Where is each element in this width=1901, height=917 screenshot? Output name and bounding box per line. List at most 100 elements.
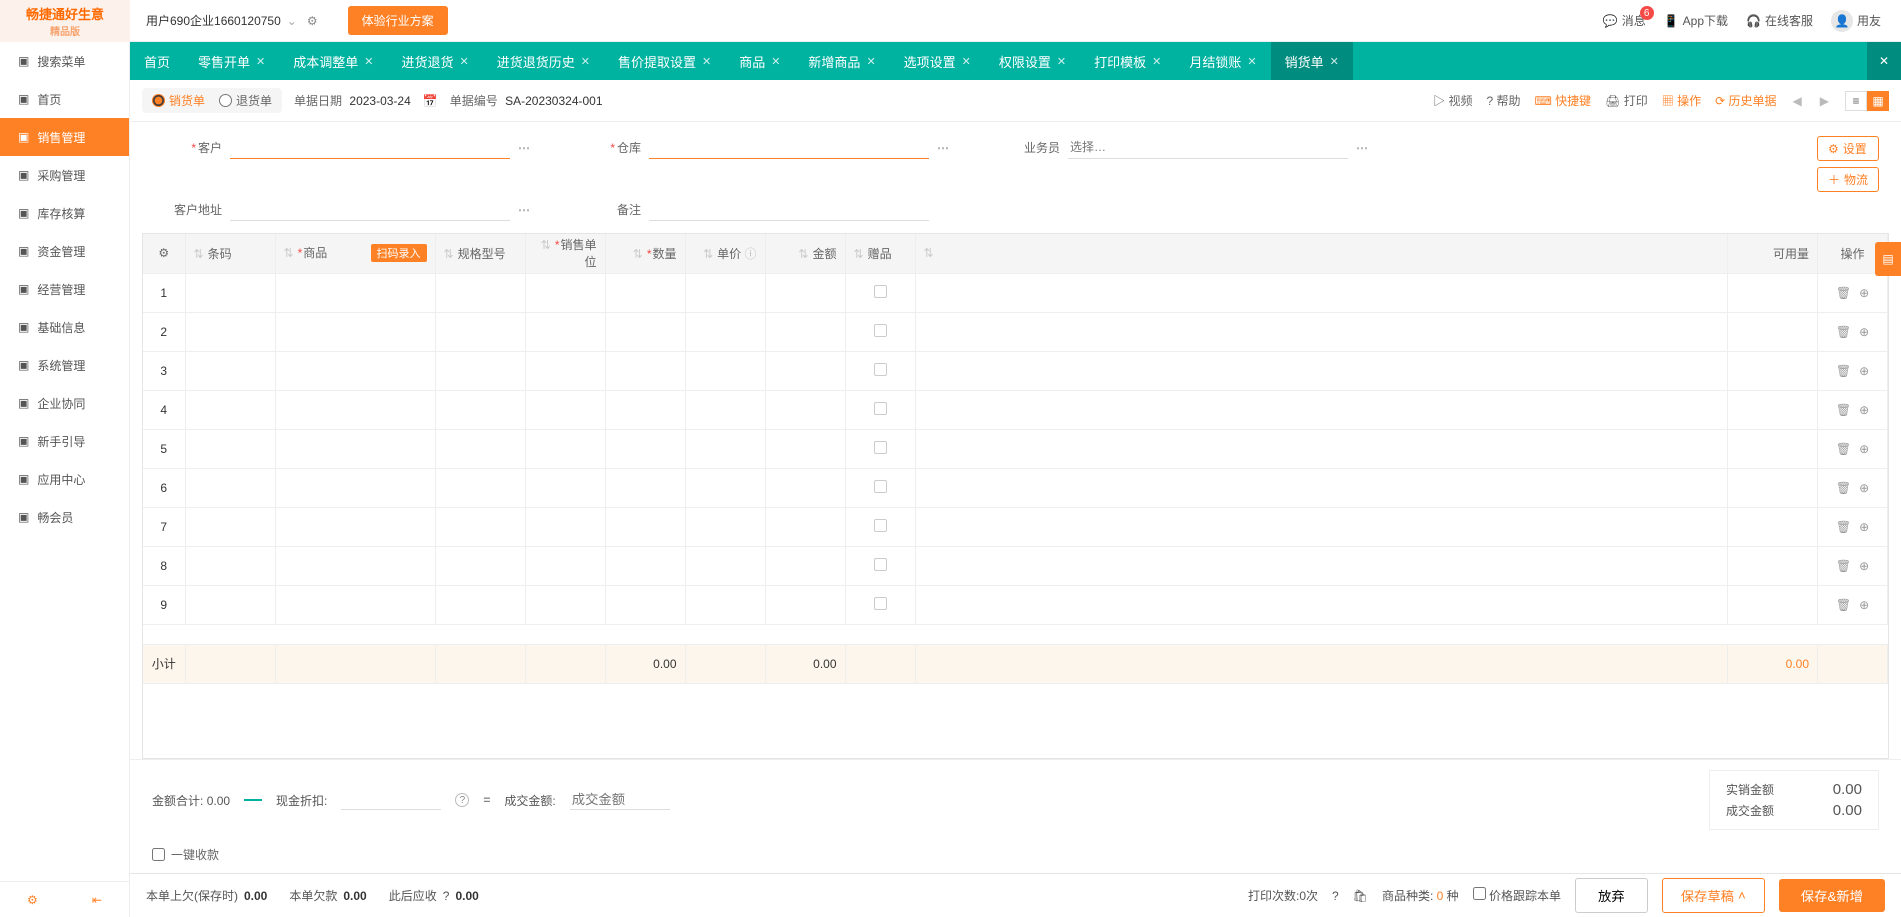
cell-qty[interactable] xyxy=(605,468,685,507)
close-icon[interactable]: ✕ xyxy=(1330,55,1339,68)
checkbox-icon[interactable] xyxy=(874,285,887,298)
cell-price[interactable] xyxy=(685,273,765,312)
radio-sale-order[interactable]: 销货单 xyxy=(152,92,205,109)
col-unit[interactable]: ⇅销售单位 xyxy=(525,234,605,273)
app-download-button[interactable]: 📱 App下载 xyxy=(1664,12,1728,29)
cell-price[interactable] xyxy=(685,507,765,546)
address-input[interactable] xyxy=(230,198,510,221)
checkbox-icon[interactable] xyxy=(874,402,887,415)
cell-amount[interactable] xyxy=(765,429,845,468)
delete-row-icon[interactable]: 🗑 xyxy=(1836,559,1851,573)
table-row[interactable]: 6🗑⊕ xyxy=(143,468,1888,507)
cell-price[interactable] xyxy=(685,546,765,585)
col-gift[interactable]: ⇅赠品 xyxy=(845,234,915,273)
cell-spec[interactable] xyxy=(435,273,525,312)
checkbox-icon[interactable] xyxy=(874,597,887,610)
settings-gear-icon[interactable]: ⚙ xyxy=(27,893,38,907)
nav-item[interactable]: ▣基础信息 xyxy=(0,308,129,346)
cell-price[interactable] xyxy=(685,312,765,351)
delete-row-icon[interactable]: 🗑 xyxy=(1836,403,1851,417)
cell-product[interactable] xyxy=(275,273,435,312)
delete-row-icon[interactable]: 🗑 xyxy=(1836,520,1851,534)
cell-gift[interactable] xyxy=(845,429,915,468)
price-track-checkbox[interactable]: 价格跟踪本单 xyxy=(1473,887,1561,904)
cell-spec[interactable] xyxy=(435,351,525,390)
cell-unit[interactable] xyxy=(525,273,605,312)
table-row[interactable]: 5🗑⊕ xyxy=(143,429,1888,468)
col-gear[interactable]: ⚙ xyxy=(143,234,185,273)
cell-barcode[interactable] xyxy=(185,312,275,351)
table-row[interactable]: 7🗑⊕ xyxy=(143,507,1888,546)
nav-item[interactable]: ▣新手引导 xyxy=(0,422,129,460)
cell-unit[interactable] xyxy=(525,468,605,507)
table-row[interactable]: 3🗑⊕ xyxy=(143,351,1888,390)
video-link[interactable]: ▷ 视频 xyxy=(1433,92,1472,109)
cell-qty[interactable] xyxy=(605,390,685,429)
col-product[interactable]: ⇅商品扫码录入 xyxy=(275,234,435,273)
nav-item[interactable]: ▣搜索菜单 xyxy=(0,42,129,80)
history-link[interactable]: ⟳ 历史单据 xyxy=(1715,92,1776,109)
cell-qty[interactable] xyxy=(605,312,685,351)
col-barcode[interactable]: ⇅条码 xyxy=(185,234,275,273)
radio-return-order[interactable]: 退货单 xyxy=(219,92,272,109)
salesman-picker-icon[interactable]: ⋯ xyxy=(1356,141,1369,155)
cell-unit[interactable] xyxy=(525,429,605,468)
cell-price[interactable] xyxy=(685,351,765,390)
cell-amount[interactable] xyxy=(765,390,845,429)
cell-unit[interactable] xyxy=(525,390,605,429)
close-icon[interactable]: ✕ xyxy=(866,55,875,68)
checkbox-icon[interactable] xyxy=(874,519,887,532)
nav-item[interactable]: ▣经营管理 xyxy=(0,270,129,308)
one-click-collect[interactable]: 一键收款 xyxy=(152,846,1879,863)
cell-product[interactable] xyxy=(275,390,435,429)
cell-amount[interactable] xyxy=(765,273,845,312)
cell-qty[interactable] xyxy=(605,507,685,546)
cell-spec[interactable] xyxy=(435,312,525,351)
cell-price[interactable] xyxy=(685,468,765,507)
save-draft-button[interactable]: 保存草稿 ˄ xyxy=(1662,878,1765,913)
cell-qty[interactable] xyxy=(605,429,685,468)
calendar-icon[interactable]: 📅 xyxy=(423,94,438,108)
cell-spec[interactable] xyxy=(435,507,525,546)
cell-barcode[interactable] xyxy=(185,585,275,624)
close-icon[interactable]: ✕ xyxy=(702,55,711,68)
gear-icon[interactable]: ⚙ xyxy=(307,14,318,28)
cell-spec[interactable] xyxy=(435,468,525,507)
cell-unit[interactable] xyxy=(525,351,605,390)
insert-row-icon[interactable]: ⊕ xyxy=(1859,286,1869,300)
cell-gift[interactable] xyxy=(845,351,915,390)
close-icon[interactable]: ✕ xyxy=(460,55,469,68)
close-icon[interactable]: ✕ xyxy=(1057,55,1066,68)
checkbox-icon[interactable] xyxy=(874,480,887,493)
insert-row-icon[interactable]: ⊕ xyxy=(1859,559,1869,573)
cell-product[interactable] xyxy=(275,585,435,624)
cell-spec[interactable] xyxy=(435,546,525,585)
table-row[interactable]: 1🗑⊕ xyxy=(143,273,1888,312)
messages-button[interactable]: 💬 消息 6 xyxy=(1603,12,1646,29)
user-menu[interactable]: 👤 用友 xyxy=(1831,10,1881,32)
cell-barcode[interactable] xyxy=(185,429,275,468)
cell-qty[interactable] xyxy=(605,351,685,390)
close-icon[interactable]: ✕ xyxy=(1247,55,1256,68)
cell-product[interactable] xyxy=(275,546,435,585)
table-row[interactable]: 2🗑⊕ xyxy=(143,312,1888,351)
cell-gift[interactable] xyxy=(845,468,915,507)
close-icon[interactable]: ✕ xyxy=(581,55,590,68)
close-icon[interactable]: ✕ xyxy=(364,55,373,68)
close-icon[interactable]: ✕ xyxy=(256,55,265,68)
logistics-button[interactable]: ＋ 物流 xyxy=(1817,167,1879,192)
close-icon[interactable]: ✕ xyxy=(962,55,971,68)
cell-gift[interactable] xyxy=(845,546,915,585)
cell-amount[interactable] xyxy=(765,351,845,390)
cell-qty[interactable] xyxy=(605,546,685,585)
discount-help-icon[interactable]: ? xyxy=(455,793,469,807)
warehouse-picker-icon[interactable]: ⋯ xyxy=(937,141,950,155)
tab[interactable]: 打印模板✕ xyxy=(1080,42,1175,80)
checkbox-icon[interactable] xyxy=(874,441,887,454)
checkbox-icon[interactable] xyxy=(874,363,887,376)
col-spec[interactable]: ⇅规格型号 xyxy=(435,234,525,273)
tab[interactable]: 成本调整单✕ xyxy=(279,42,387,80)
cell-unit[interactable] xyxy=(525,312,605,351)
delete-row-icon[interactable]: 🗑 xyxy=(1836,481,1851,495)
delete-row-icon[interactable]: 🗑 xyxy=(1836,364,1851,378)
